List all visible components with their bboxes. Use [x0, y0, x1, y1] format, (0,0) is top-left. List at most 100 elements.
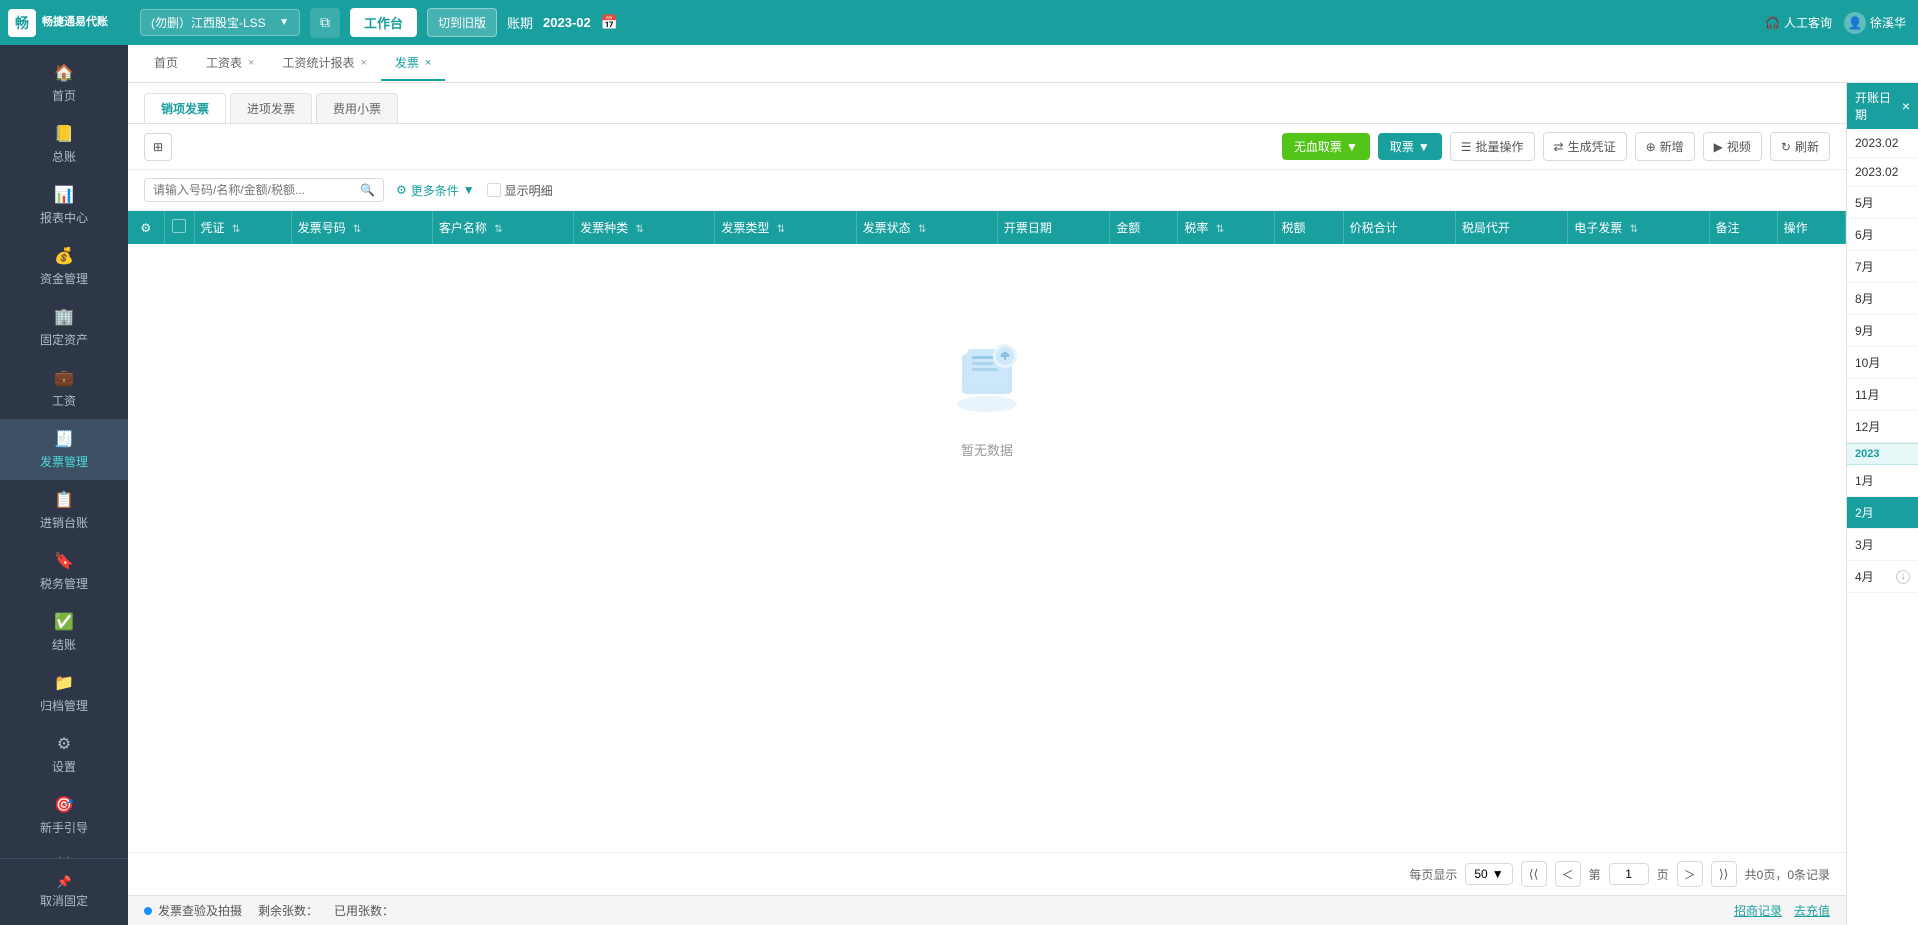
date-item-12[interactable]: 12月	[1847, 411, 1918, 443]
date-item-2023-2[interactable]: 2月	[1847, 497, 1918, 529]
show-detail-label[interactable]: 显示明细	[487, 182, 553, 199]
show-detail-text: 显示明细	[505, 182, 553, 199]
col-invoice-cat[interactable]: 发票类型 ⇅	[715, 211, 856, 244]
date-item-10[interactable]: 10月	[1847, 347, 1918, 379]
sidebar-item-报表中心[interactable]: 📊报表中心	[0, 175, 128, 236]
date-item-6[interactable]: 6月	[1847, 219, 1918, 251]
sidebar-item-工资[interactable]: 💼工资	[0, 358, 128, 419]
date-item-2023-02-top2[interactable]: 2023.02	[1847, 158, 1918, 187]
sidebar-item-税务管理[interactable]: 🔖税务管理	[0, 541, 128, 602]
first-page-button[interactable]: ⟨⟨	[1521, 861, 1547, 887]
batch-ops-button[interactable]: ☰ 批量操作	[1450, 132, 1535, 161]
sub-tab-purchase[interactable]: 进项发票	[230, 93, 312, 123]
header-right: 🎧 人工客询 👤 徐溪华	[1765, 12, 1906, 34]
tab-salary[interactable]: 工资表 ×	[192, 46, 268, 81]
sidebar-label: 结账	[52, 636, 76, 653]
date-picker-close-icon[interactable]: ×	[1902, 98, 1910, 114]
sidebar-item-首页[interactable]: 🏠首页	[0, 53, 128, 114]
month-5-label: 5月	[1855, 194, 1874, 211]
sidebar-footer: 📌 取消固定	[0, 858, 128, 925]
sub-tab-sales[interactable]: 销项发票	[144, 93, 226, 123]
add-record-link[interactable]: 招商记录	[1734, 902, 1782, 919]
sidebar-label: 新手引导	[40, 819, 88, 836]
grid-view-button[interactable]: ⊞	[144, 133, 172, 161]
sidebar-item-总账[interactable]: 📒总账	[0, 114, 128, 175]
sidebar-icon: 🏠	[54, 63, 74, 83]
col-e-invoice[interactable]: 电子发票 ⇅	[1568, 211, 1709, 244]
sidebar-item-结账[interactable]: ✅结账	[0, 602, 128, 663]
sidebar-item-新手引导[interactable]: 🎯新手引导	[0, 785, 128, 846]
next-page-button[interactable]: ＞	[1677, 861, 1703, 887]
date-item-2023-02-top1[interactable]: 2023.02	[1847, 129, 1918, 158]
year-2023-divider: 2023	[1847, 443, 1918, 465]
refresh-button[interactable]: ↻ 刷新	[1770, 132, 1830, 161]
sidebar-item-发票管理[interactable]: 🧾发票管理	[0, 419, 128, 480]
tab-salary-stats-close[interactable]: ×	[360, 57, 366, 69]
user-info[interactable]: 👤 徐溪华	[1844, 12, 1906, 34]
video-button[interactable]: ▶ 视频	[1703, 132, 1762, 161]
tab-salary-close[interactable]: ×	[248, 57, 254, 69]
support-link[interactable]: 🎧 人工客询	[1765, 14, 1832, 31]
toolbar-actions: 无血取票 ▼ 取票 ▼ ☰ 批量操作 ⇄ 生成凭证	[1282, 132, 1830, 161]
month-11-label: 11月	[1855, 386, 1879, 403]
generate-voucher-button[interactable]: ⇄ 生成凭证	[1543, 132, 1627, 161]
col-tax-code: 税局代开	[1455, 211, 1567, 244]
tab-invoice-close[interactable]: ×	[425, 57, 431, 69]
prev-page-button[interactable]: ＜	[1555, 861, 1581, 887]
date-item-11[interactable]: 11月	[1847, 379, 1918, 411]
support-label: 人工客询	[1784, 14, 1832, 31]
col-checkbox[interactable]	[164, 211, 194, 244]
show-detail-checkbox[interactable]	[487, 183, 501, 197]
sidebar-item-归档管理[interactable]: 📁归档管理	[0, 663, 128, 724]
sidebar-item-进销台账[interactable]: 📋进销台账	[0, 480, 128, 541]
date-item-9[interactable]: 9月	[1847, 315, 1918, 347]
sidebar-label: 设置	[52, 758, 76, 775]
tab-home[interactable]: 首页	[140, 46, 192, 81]
take-ticket-button[interactable]: 取票 ▼	[1378, 133, 1442, 160]
copy-icon-btn[interactable]: ⧉	[310, 8, 340, 38]
tab-invoice[interactable]: 发票 ×	[381, 46, 445, 81]
col-invoice-no[interactable]: 发票号码 ⇅	[291, 211, 432, 244]
col-settings[interactable]: ⚙	[128, 211, 164, 244]
col-invoice-type[interactable]: 发票种类 ⇅	[574, 211, 715, 244]
month-12-label: 12月	[1855, 418, 1880, 435]
date-item-5[interactable]: 5月	[1847, 187, 1918, 219]
company-selector[interactable]: (勿删）江西股宝-LSS ▼	[140, 9, 300, 36]
refresh-icon: ↻	[1781, 140, 1791, 154]
date-item-2023-1[interactable]: 1月	[1847, 465, 1918, 497]
month-10-label: 10月	[1855, 354, 1880, 371]
sidebar-item-固定资产[interactable]: 🏢固定资产	[0, 297, 128, 358]
month-6-label: 6月	[1855, 226, 1874, 243]
date-item-2023-3[interactable]: 3月	[1847, 529, 1918, 561]
sidebar-item-畅会员[interactable]: 👑畅会员	[0, 846, 128, 858]
col-customer[interactable]: 客户名称 ⇅	[432, 211, 573, 244]
sidebar-label: 固定资产	[40, 331, 88, 348]
user-avatar: 👤	[1844, 12, 1866, 34]
col-tax-rate[interactable]: 税率 ⇅	[1178, 211, 1275, 244]
tab-invoice-label: 发票	[395, 54, 419, 71]
work-table-button[interactable]: 工作台	[350, 8, 417, 37]
last-page-button[interactable]: ⟩⟩	[1711, 861, 1737, 887]
sidebar-item-资金管理[interactable]: 💰资金管理	[0, 236, 128, 297]
switch-version-button[interactable]: 切到旧版	[427, 8, 497, 37]
date-item-8[interactable]: 8月	[1847, 283, 1918, 315]
no-cancel-ticket-button[interactable]: 无血取票 ▼	[1282, 133, 1370, 160]
page-input[interactable]	[1609, 863, 1649, 885]
sub-tab-expense[interactable]: 费用小票	[316, 93, 398, 123]
recharge-link[interactable]: 去充值	[1794, 902, 1830, 919]
col-voucher[interactable]: 凭证 ⇅	[194, 211, 291, 244]
search-input[interactable]	[153, 183, 354, 197]
tab-salary-stats[interactable]: 工资统计报表 ×	[268, 46, 380, 81]
date-item-7[interactable]: 7月	[1847, 251, 1918, 283]
more-conditions-button[interactable]: ⚙ 更多条件 ▼	[396, 182, 475, 199]
expand-arrow-icon[interactable]: ↓	[1896, 570, 1910, 584]
month-9-label: 9月	[1855, 322, 1874, 339]
sidebar-item-设置[interactable]: ⚙设置	[0, 724, 128, 785]
sidebar-nav: 🏠首页📒总账📊报表中心💰资金管理🏢固定资产💼工资🧾发票管理📋进销台账🔖税务管理✅…	[0, 45, 128, 858]
new-button[interactable]: ⊕ 新增	[1635, 132, 1695, 161]
chevron-down-icon2: ▼	[1418, 140, 1430, 154]
per-page-select[interactable]: 50 ▼	[1465, 863, 1512, 885]
date-item-2023-4[interactable]: 4月 ↓	[1847, 561, 1918, 593]
col-invoice-status[interactable]: 发票状态 ⇅	[856, 211, 997, 244]
sidebar-pin-item[interactable]: 📌 取消固定	[4, 869, 124, 915]
